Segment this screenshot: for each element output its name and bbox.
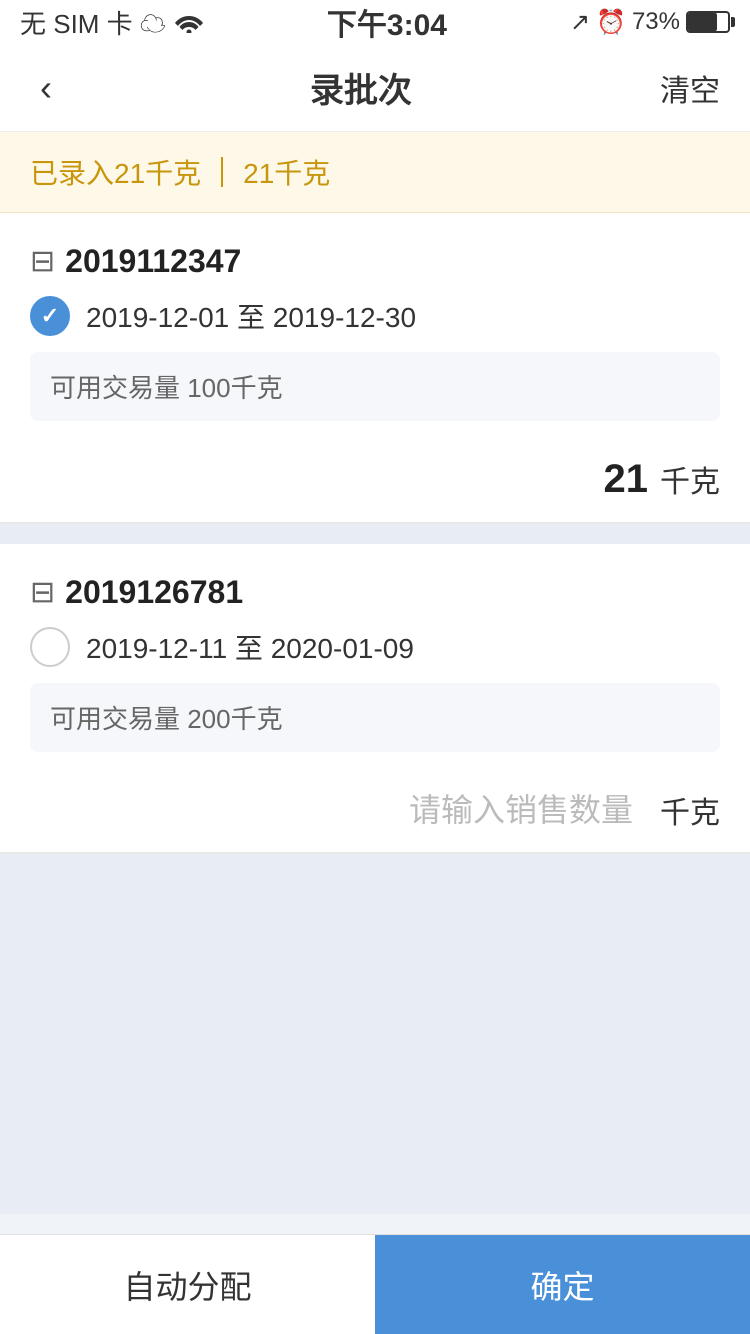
batch-2-id-icon: ⊟ [30,575,55,610]
batch-1-radio[interactable] [30,296,70,336]
batch-2-radio[interactable] [30,627,70,667]
nav-bar: ‹ 录批次 清空 [0,44,750,132]
batch-1-available: 可用交易量 100千克 [30,352,720,421]
status-left: 无 SIM 卡 ☁ [20,4,204,41]
section-divider [0,524,750,544]
battery-percent: 73% [632,8,680,36]
batch-2-id: 2019126781 [65,574,243,611]
page-title: 录批次 [310,63,412,112]
alarm-icon: ⏰ [596,8,626,37]
status-time: 下午3:04 [327,0,447,44]
battery-fill [688,13,717,31]
batch-1-amount-row: 21 千克 [0,441,750,524]
batch-2-input-row: 千克 [0,772,750,854]
batch-card-2: ⊟ 2019126781 2019-12-11 至 2020-01-09 可用交… [0,544,750,854]
batch-2-unit: 千克 [660,788,720,832]
batch-2-date: 2019-12-11 至 2020-01-09 [86,627,414,667]
battery-icon [686,11,730,33]
batch-item-2: ⊟ 2019126781 2019-12-11 至 2020-01-09 可用交… [0,544,750,752]
wifi-icon [174,11,204,33]
batch-1-date: 2019-12-01 至 2019-12-30 [86,296,416,336]
confirm-button[interactable]: 确定 [375,1235,750,1334]
batch-1-header: ⊟ 2019112347 [30,243,720,280]
clear-button[interactable]: 清空 [660,66,720,110]
back-button[interactable]: ‹ [30,57,62,119]
status-bar: 无 SIM 卡 ☁ 下午3:04 ↗ ⏰ 73% [0,0,750,44]
batch-card-1: ⊟ 2019112347 2019-12-01 至 2019-12-30 可用交… [0,213,750,524]
batch-1-id-icon: ⊟ [30,244,55,279]
empty-area [0,854,750,1214]
batch-1-amount: 21 [604,457,649,502]
quantity-input[interactable] [248,792,648,829]
batch-2-date-row: 2019-12-11 至 2020-01-09 [30,627,720,667]
info-banner: 已录入21千克 21千克 [0,132,750,213]
batch-1-id: 2019112347 [65,243,241,280]
bottom-bar: 自动分配 确定 [0,1234,750,1334]
batch-item-1: ⊟ 2019112347 2019-12-01 至 2019-12-30 可用交… [0,213,750,421]
batch-1-date-row: 2019-12-01 至 2019-12-30 [30,296,720,336]
location-icon: ↗ [570,8,590,37]
banner-divider [221,157,223,187]
recorded-amount: 已录入21千克 [30,152,201,192]
sim-status: 无 SIM 卡 ☁ [20,4,166,41]
total-amount: 21千克 [243,152,330,192]
batch-2-header: ⊟ 2019126781 [30,574,720,611]
status-right: ↗ ⏰ 73% [570,8,730,37]
batch-1-unit: 千克 [660,457,720,501]
auto-distribute-button[interactable]: 自动分配 [0,1235,375,1334]
batch-2-available: 可用交易量 200千克 [30,683,720,752]
